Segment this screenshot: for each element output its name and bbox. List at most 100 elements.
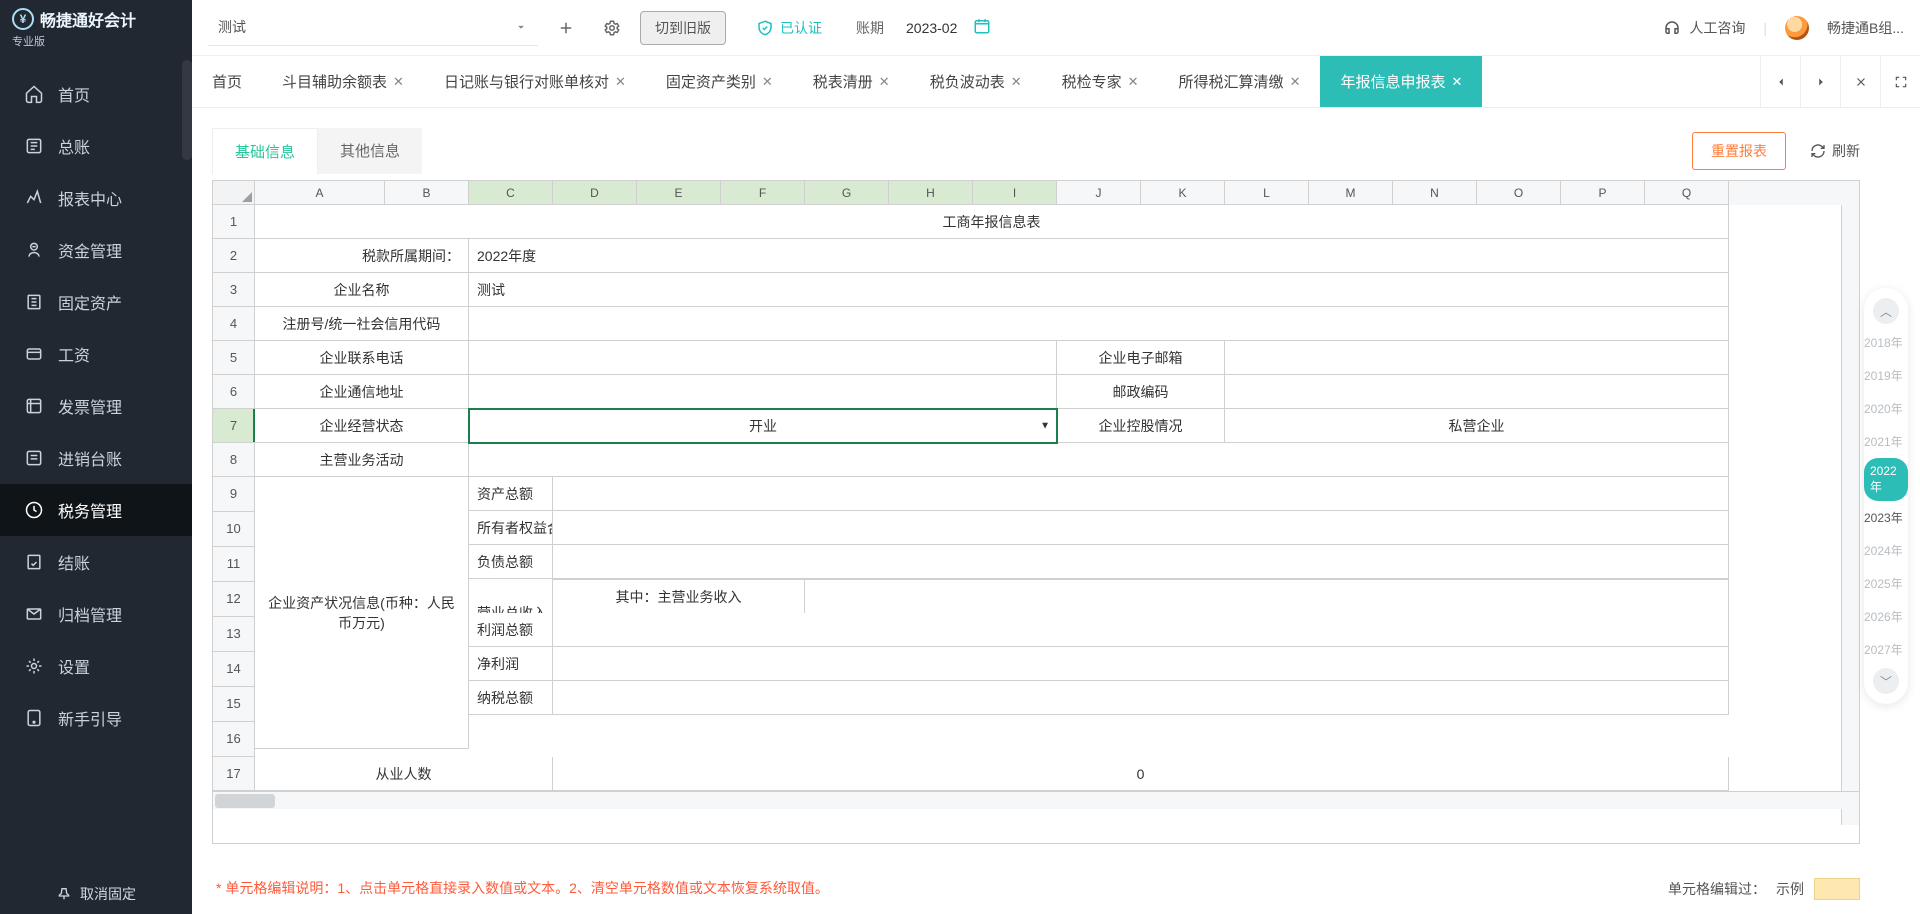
tab-close-icon[interactable]: ✕	[1290, 74, 1301, 90]
row-header[interactable]: 15	[213, 687, 255, 722]
fullscreen-button[interactable]	[1880, 56, 1920, 107]
sheet-hscrollbar[interactable]	[213, 791, 1859, 809]
org-selector[interactable]: 测试	[208, 10, 538, 46]
cell[interactable]	[553, 545, 1729, 579]
cell[interactable]	[469, 307, 1729, 341]
col-header[interactable]: O	[1477, 181, 1561, 205]
year-option[interactable]: 2021年	[1864, 425, 1908, 458]
row-header[interactable]: 9	[213, 477, 255, 512]
row-header[interactable]: 4	[213, 307, 255, 341]
col-header[interactable]: B	[385, 181, 469, 205]
refresh-button[interactable]: 刷新	[1810, 141, 1860, 161]
row-header[interactable]: 2	[213, 239, 255, 273]
tabs-scroll-left[interactable]	[1760, 56, 1800, 107]
tab-close-icon[interactable]: ✕	[1011, 74, 1022, 90]
cell[interactable]	[1225, 375, 1729, 409]
col-header[interactable]: Q	[1645, 181, 1729, 205]
row-header[interactable]: 10	[213, 512, 255, 547]
cell[interactable]: 私营企业	[1225, 409, 1729, 443]
cell[interactable]	[553, 511, 1729, 545]
tab-2[interactable]: 日记账与银行对账单核对✕	[424, 56, 646, 107]
col-header[interactable]: L	[1225, 181, 1309, 205]
consult-button[interactable]: 人工咨询	[1663, 18, 1745, 38]
row-header[interactable]: 16	[213, 722, 255, 757]
year-option[interactable]: 2020年	[1864, 392, 1908, 425]
row-header[interactable]: 11	[213, 547, 255, 582]
cell[interactable]	[469, 443, 1729, 477]
cell[interactable]	[553, 477, 1729, 511]
row-header[interactable]: 5	[213, 341, 255, 375]
year-option[interactable]: 2026年	[1864, 600, 1908, 633]
unpin-button[interactable]: 取消固定	[0, 874, 192, 914]
year-option[interactable]: 2027年	[1864, 633, 1908, 666]
col-header[interactable]: P	[1561, 181, 1645, 205]
col-header[interactable]: F	[721, 181, 805, 205]
col-header[interactable]: H	[889, 181, 973, 205]
year-option[interactable]: 2019年	[1864, 359, 1908, 392]
avatar[interactable]	[1785, 16, 1809, 40]
col-header[interactable]: G	[805, 181, 889, 205]
year-down-button[interactable]: ﹀	[1873, 668, 1899, 694]
business-status-cell[interactable]	[469, 409, 1057, 443]
add-button[interactable]	[548, 10, 584, 46]
col-header[interactable]: M	[1309, 181, 1393, 205]
sidebar-item-7[interactable]: 进销台账	[0, 432, 192, 484]
tab-close-icon[interactable]: ✕	[1451, 74, 1462, 90]
user-name[interactable]: 畅捷通B组...	[1827, 18, 1904, 38]
cell[interactable]: 0	[553, 757, 1729, 791]
col-header[interactable]: C	[469, 181, 553, 205]
year-option[interactable]: 2025年	[1864, 567, 1908, 600]
year-up-button[interactable]: ︿	[1873, 298, 1899, 324]
sidebar-item-5[interactable]: 工资	[0, 328, 192, 380]
row-header[interactable]: 14	[213, 652, 255, 687]
row-header[interactable]: 7	[213, 409, 255, 443]
tab-3[interactable]: 固定资产类别✕	[646, 56, 793, 107]
sidebar-item-9[interactable]: 结账	[0, 536, 192, 588]
cell[interactable]	[1225, 341, 1729, 375]
sidebar-item-6[interactable]: 发票管理	[0, 380, 192, 432]
tabs-scroll-right[interactable]	[1800, 56, 1840, 107]
sidebar-item-12[interactable]: 新手引导	[0, 692, 192, 744]
col-header[interactable]: N	[1393, 181, 1477, 205]
year-option[interactable]: 2018年	[1864, 326, 1908, 359]
row-header[interactable]: 3	[213, 273, 255, 307]
tab-0[interactable]: 首页	[192, 56, 262, 107]
tab-7[interactable]: 所得税汇算清缴✕	[1159, 56, 1321, 107]
sidebar-item-1[interactable]: 总账	[0, 120, 192, 172]
tab-4[interactable]: 税表清册✕	[793, 56, 910, 107]
row-header[interactable]: 17	[213, 757, 255, 791]
cell[interactable]	[553, 681, 1729, 715]
col-header[interactable]: E	[637, 181, 721, 205]
sidebar-item-0[interactable]: 首页	[0, 68, 192, 120]
tab-close-icon[interactable]: ✕	[1128, 74, 1139, 90]
tab-close-icon[interactable]: ✕	[393, 74, 404, 90]
sidebar-item-3[interactable]: 资金管理	[0, 224, 192, 276]
sub-tab-0[interactable]: 基础信息	[212, 128, 318, 174]
spreadsheet[interactable]: ABCDEFGHIJKLMNOPQ 1工商年报信息表2税款所属期间：2022年度…	[212, 180, 1860, 844]
sub-tab-1[interactable]: 其他信息	[318, 128, 422, 174]
cell[interactable]: 测试	[469, 273, 1729, 307]
tab-close-icon[interactable]: ✕	[615, 74, 626, 90]
sidebar-item-8[interactable]: 税务管理	[0, 484, 192, 536]
cell[interactable]	[553, 647, 1729, 681]
switch-old-version-button[interactable]: 切到旧版	[640, 11, 726, 45]
reset-report-button[interactable]: 重置报表	[1692, 132, 1786, 170]
calendar-button[interactable]	[973, 17, 991, 38]
tab-8[interactable]: 年报信息申报表✕	[1320, 56, 1482, 107]
period-value-cell[interactable]: 2022年度	[469, 239, 1729, 273]
sidebar-item-10[interactable]: 归档管理	[0, 588, 192, 640]
row-header[interactable]: 1	[213, 205, 255, 239]
tab-5[interactable]: 税负波动表✕	[910, 56, 1042, 107]
tab-close-icon[interactable]: ✕	[879, 74, 890, 90]
row-header[interactable]: 13	[213, 617, 255, 652]
col-header[interactable]: J	[1057, 181, 1141, 205]
col-header[interactable]: A	[255, 181, 385, 205]
select-all-corner[interactable]	[213, 181, 255, 205]
cell[interactable]	[553, 613, 1729, 647]
tab-1[interactable]: 斗目辅助余额表✕	[262, 56, 424, 107]
col-header[interactable]: K	[1141, 181, 1225, 205]
cell[interactable]	[469, 341, 1057, 375]
year-option[interactable]: 2024年	[1864, 534, 1908, 567]
tabs-close-all[interactable]	[1840, 56, 1880, 107]
row-header[interactable]: 8	[213, 443, 255, 477]
